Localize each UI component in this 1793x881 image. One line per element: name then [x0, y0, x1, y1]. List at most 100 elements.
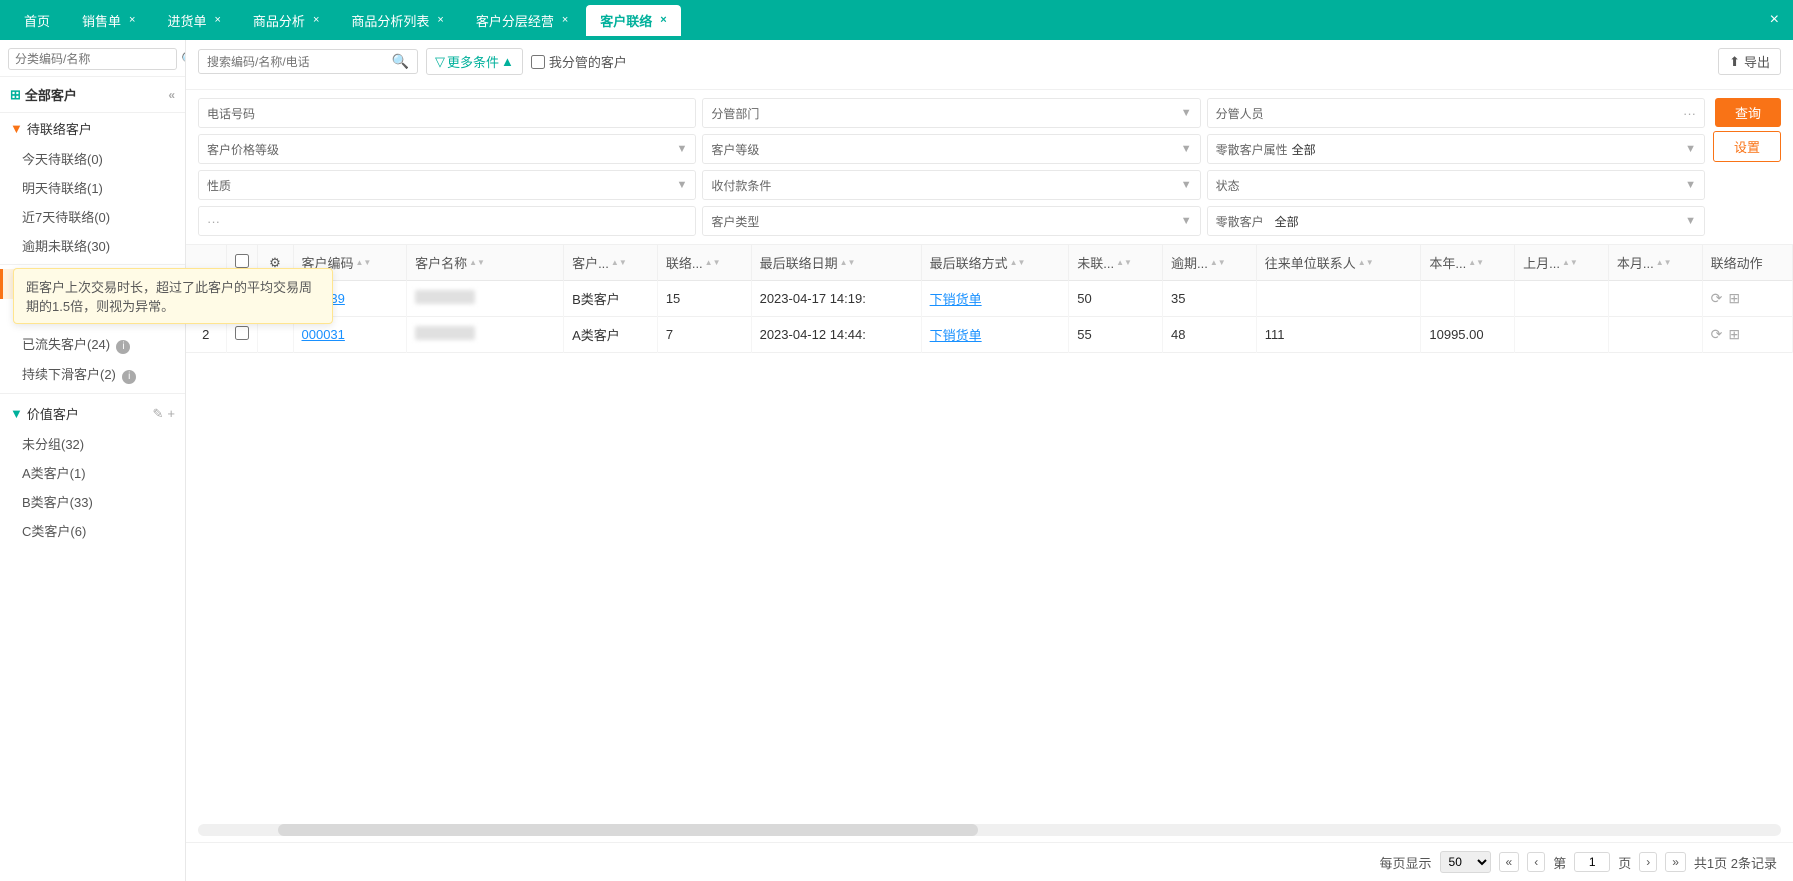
- filter-icon: ▽: [435, 54, 445, 70]
- customer-table: ⚙ 客户编码 ▲▼ 客户名称 ▲▼: [186, 245, 1793, 353]
- tab-purchase[interactable]: 进货单 ×: [153, 5, 234, 36]
- sidebar-item-declining[interactable]: 持续下滑客户(2) i: [0, 359, 185, 389]
- sort-arrows-date[interactable]: ▲▼: [840, 259, 856, 267]
- edit-icon[interactable]: ✎: [153, 406, 164, 422]
- filter-more-dots[interactable]: ···: [198, 206, 696, 236]
- table-header-row: ⚙ 客户编码 ▲▼ 客户名称 ▲▼: [186, 245, 1793, 281]
- close-tab-sales[interactable]: ×: [129, 14, 135, 26]
- sort-arrows-company[interactable]: ▲▼: [1358, 259, 1374, 267]
- row1-action-icon1[interactable]: ⟳: [1711, 290, 1723, 307]
- filter-customer-type[interactable]: 客户类型 ▼: [702, 206, 1200, 236]
- filter-retail-customer[interactable]: 零散客户 全部 ▼: [1207, 206, 1705, 236]
- close-tab-customer-contact[interactable]: ×: [660, 14, 666, 26]
- sidebar-item-ungrouped[interactable]: 未分组(32): [0, 429, 185, 458]
- tab-sales[interactable]: 销售单 ×: [68, 5, 149, 36]
- window-close-button[interactable]: ×: [1770, 11, 1779, 29]
- filter-department[interactable]: 分管部门 ▼: [702, 98, 1200, 128]
- close-tab-product-analysis[interactable]: ×: [313, 14, 319, 26]
- sidebar-item-b-class[interactable]: B类客户(33): [0, 487, 185, 516]
- tab-product-analysis-list[interactable]: 商品分析列表 ×: [337, 5, 457, 36]
- row2-name[interactable]: [407, 317, 564, 353]
- close-tab-customer-tier[interactable]: ×: [562, 14, 568, 26]
- info-icon-churned[interactable]: i: [116, 340, 130, 354]
- first-page-button[interactable]: «: [1499, 852, 1520, 872]
- my-customer-checkbox-wrap[interactable]: 我分管的客户: [531, 52, 627, 71]
- close-tab-product-analysis-list[interactable]: ×: [437, 14, 443, 26]
- row1-name[interactable]: [407, 281, 564, 317]
- sidebar-item-7days-contact[interactable]: 近7天待联络(0): [0, 202, 185, 231]
- filter-price-level[interactable]: 客户价格等级 ▼: [198, 134, 696, 164]
- tab-customer-tier[interactable]: 客户分层经营 ×: [462, 5, 582, 36]
- th-contact: 联络... ▲▼: [657, 245, 751, 281]
- sidebar-item-overdue-contact[interactable]: 逾期未联络(30): [0, 231, 185, 260]
- filter-phone[interactable]: 电话号码: [198, 98, 696, 128]
- select-all-checkbox[interactable]: [235, 254, 249, 268]
- sidebar-collapse-button[interactable]: «: [168, 88, 175, 102]
- sidebar-item-churned[interactable]: 已流失客户(24) i: [0, 329, 185, 359]
- scrollbar-thumb[interactable]: [278, 824, 978, 836]
- sort-arrows-name[interactable]: ▲▼: [469, 259, 485, 267]
- row1-overdue: 35: [1163, 281, 1257, 317]
- row1-last-way[interactable]: 下销货单: [921, 281, 1069, 317]
- sidebar-divider: [0, 264, 185, 265]
- sidebar-group-pending-contact[interactable]: ▼ 待联络客户: [0, 113, 185, 144]
- sidebar: 🔍 ⊞ 全部客户 « ▼ 待联络客户 今天待联络(0) 明天待联络(1) 近7天…: [0, 40, 186, 881]
- row2-actions: ⟳ ⊞: [1702, 317, 1792, 353]
- tab-customer-contact[interactable]: 客户联络 ×: [586, 5, 680, 36]
- sort-arrows-type[interactable]: ▲▼: [611, 259, 627, 267]
- sidebar-item-c-class[interactable]: C类客户(6): [0, 516, 185, 545]
- filter-nature[interactable]: 性质 ▼: [198, 170, 696, 200]
- more-filter-button[interactable]: ▽ 更多条件 ▲: [426, 48, 523, 75]
- sort-arrows-year[interactable]: ▲▼: [1468, 259, 1484, 267]
- row2-last-way[interactable]: 下销货单: [921, 317, 1069, 353]
- sidebar-item-a-class[interactable]: A类客户(1): [0, 458, 185, 487]
- retail-customer-arrow: ▼: [1685, 215, 1696, 227]
- sidebar-group-value-customers[interactable]: ▼ 价值客户 ✎ +: [0, 398, 185, 429]
- export-button[interactable]: ⬆ 导出: [1718, 48, 1781, 75]
- row2-action-icon1[interactable]: ⟳: [1711, 326, 1723, 343]
- row1-contact: 15: [657, 281, 751, 317]
- filter-payment[interactable]: 收付款条件 ▼: [702, 170, 1200, 200]
- filter-status[interactable]: 状态 ▼: [1207, 170, 1705, 200]
- my-customer-checkbox[interactable]: [531, 55, 545, 69]
- sort-arrows-this-month[interactable]: ▲▼: [1656, 259, 1672, 267]
- next-page-button[interactable]: ›: [1639, 852, 1657, 872]
- prev-page-button[interactable]: ‹: [1527, 852, 1545, 872]
- sort-arrows-overdue[interactable]: ▲▼: [1210, 259, 1226, 267]
- sort-arrows-contact[interactable]: ▲▼: [705, 259, 721, 267]
- row1-this-month: [1608, 281, 1702, 317]
- row2-action-icon2[interactable]: ⊞: [1728, 326, 1740, 343]
- last-page-button[interactable]: »: [1665, 852, 1686, 872]
- add-group-icon[interactable]: +: [167, 406, 175, 421]
- query-button[interactable]: 查询: [1715, 98, 1781, 127]
- tab-home[interactable]: 首页: [10, 5, 64, 36]
- customer-type-arrow: ▼: [1181, 215, 1192, 227]
- sidebar-search-input[interactable]: [8, 48, 177, 70]
- manager-dots[interactable]: ···: [1683, 106, 1696, 121]
- row2-checkbox[interactable]: [235, 326, 249, 340]
- filter-customer-level[interactable]: 客户等级 ▼: [702, 134, 1200, 164]
- retail-customer-label: 零散客户: [1216, 213, 1271, 230]
- price-level-label: 客户价格等级: [207, 141, 279, 158]
- sort-arrows-way[interactable]: ▲▼: [1010, 259, 1026, 267]
- main-search-input[interactable]: [207, 55, 392, 69]
- per-page-select[interactable]: 50 20 100: [1440, 851, 1491, 873]
- setting-button[interactable]: 设置: [1713, 131, 1781, 162]
- more-dots[interactable]: ···: [207, 214, 220, 229]
- sidebar-item-today-contact[interactable]: 今天待联络(0): [0, 144, 185, 173]
- filter-manager[interactable]: 分管人员 ···: [1207, 98, 1705, 128]
- sort-arrows-unread[interactable]: ▲▼: [1116, 259, 1132, 267]
- page-number-input[interactable]: [1574, 852, 1610, 872]
- horizontal-scrollbar[interactable]: [198, 824, 1781, 836]
- filter-retail-attr[interactable]: 零散客户属性 全部 ▼: [1207, 134, 1705, 164]
- info-icon-declining[interactable]: i: [122, 370, 136, 384]
- row1-action-icon2[interactable]: ⊞: [1728, 290, 1740, 307]
- filter-fields-section: 电话号码 分管部门 ▼ 分管人员 ··· 客户价格等级 ▼: [186, 90, 1793, 245]
- payment-label: 收付款条件: [711, 177, 771, 194]
- close-tab-purchase[interactable]: ×: [214, 14, 220, 26]
- tab-product-analysis[interactable]: 商品分析 ×: [239, 5, 333, 36]
- main-search-icon[interactable]: 🔍: [392, 53, 409, 70]
- sort-arrows-last-month[interactable]: ▲▼: [1562, 259, 1578, 267]
- sort-arrows-code[interactable]: ▲▼: [356, 259, 372, 267]
- sidebar-item-tomorrow-contact[interactable]: 明天待联络(1): [0, 173, 185, 202]
